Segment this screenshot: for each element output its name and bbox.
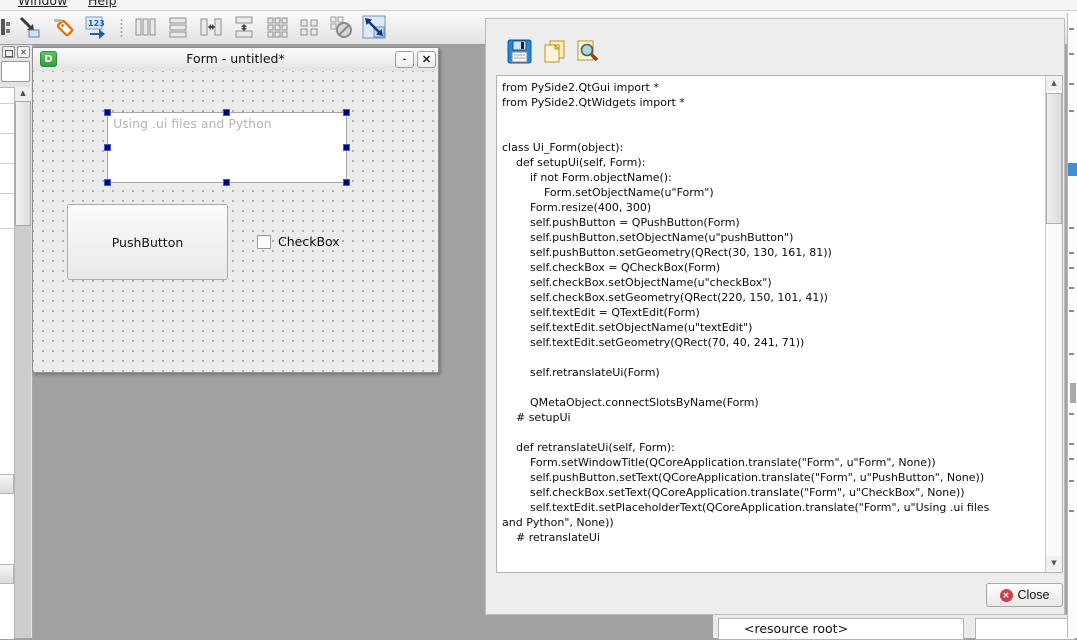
- edit-buddies-icon[interactable]: [52, 15, 76, 39]
- save-icon[interactable]: [506, 38, 533, 65]
- scroll-down-icon[interactable]: ▼: [1046, 556, 1062, 571]
- find-icon[interactable]: [574, 38, 601, 65]
- edit-widgets-icon[interactable]: [0, 15, 11, 39]
- checkbox-indicator[interactable]: [257, 235, 271, 249]
- edit-signals-slots-icon[interactable]: [18, 15, 42, 39]
- selection-handle[interactable]: [223, 109, 230, 116]
- form-window-title: Form - untitled*: [33, 51, 438, 66]
- panel-close-icon[interactable]: ✕: [17, 46, 30, 58]
- toolbar-separator: [120, 18, 123, 37]
- selection-handle[interactable]: [104, 109, 111, 116]
- edit-tab-order-icon[interactable]: 123: [84, 15, 108, 39]
- qt-designer-screen: { "menubar": { "items": [ {"label": "Win…: [0, 0, 1077, 638]
- textedit-placeholder: Using .ui files and Python: [108, 113, 346, 134]
- textedit-widget[interactable]: Using .ui files and Python: [107, 112, 347, 183]
- break-layout-icon[interactable]: [329, 15, 353, 39]
- widget-category-header[interactable]: [0, 564, 14, 584]
- layout-split-vertical-icon[interactable]: [232, 15, 256, 39]
- layout-vertical-icon[interactable]: [166, 15, 190, 39]
- code-preview-dialog: from PySide2.QtGui import * from PySide2…: [485, 18, 1065, 615]
- resource-detail-pane[interactable]: [975, 618, 1075, 640]
- resource-tree[interactable]: <resource root>: [718, 618, 964, 640]
- generated-code[interactable]: from PySide2.QtGui import * from PySide2…: [497, 76, 1045, 572]
- right-panel-edge: [1067, 13, 1077, 638]
- form-titlebar[interactable]: D Form - untitled* - ✕: [33, 48, 438, 72]
- form-editor-window: D Form - untitled* - ✕ Using .ui files a…: [32, 47, 439, 373]
- resource-root-item[interactable]: <resource root>: [719, 619, 963, 636]
- layout-horizontal-icon[interactable]: [133, 15, 157, 39]
- scrollbar-thumb[interactable]: [1046, 93, 1062, 224]
- scrollbar-thumb[interactable]: [15, 101, 31, 226]
- panel-float-icon[interactable]: [2, 46, 15, 58]
- adjust-size-icon[interactable]: [362, 15, 386, 39]
- copy-icon[interactable]: [541, 38, 568, 65]
- layout-grid-icon[interactable]: [265, 15, 289, 39]
- code-view[interactable]: from PySide2.QtGui import * from PySide2…: [496, 75, 1063, 573]
- form-canvas[interactable]: Using .ui files and Python PushButton Ch…: [33, 71, 438, 372]
- menu-item-window[interactable]: Window: [18, 0, 67, 8]
- widget-box-panel: ✕ ▲: [0, 44, 33, 638]
- layout-split-horizontal-icon[interactable]: [199, 15, 223, 39]
- minimize-button[interactable]: -: [395, 51, 414, 68]
- svg-text:123: 123: [88, 19, 105, 28]
- dialog-close-button[interactable]: ✕ Close: [986, 583, 1063, 607]
- scroll-up-icon[interactable]: ▲: [1046, 76, 1062, 91]
- selected-row-marker: [1068, 163, 1077, 176]
- selection-handle[interactable]: [343, 144, 350, 151]
- menubar: Window Help: [0, 0, 1077, 11]
- menu-item-help[interactable]: Help: [88, 0, 117, 8]
- checkbox-label[interactable]: CheckBox: [278, 234, 340, 249]
- selection-handle[interactable]: [343, 179, 350, 186]
- code-scrollbar[interactable]: ▲ ▼: [1045, 76, 1062, 572]
- close-circle-icon: ✕: [1000, 589, 1013, 602]
- selection-handle[interactable]: [223, 179, 230, 186]
- widget-category-header[interactable]: [0, 474, 14, 494]
- close-button-label: Close: [1018, 588, 1050, 602]
- close-button[interactable]: ✕: [417, 51, 436, 68]
- selection-handle[interactable]: [343, 109, 350, 116]
- widget-filter-input[interactable]: [1, 61, 30, 82]
- selection-handle[interactable]: [104, 179, 111, 186]
- pushbutton-widget[interactable]: PushButton: [67, 204, 228, 280]
- widget-box-list: [0, 87, 14, 639]
- selection-handle[interactable]: [104, 144, 111, 151]
- scroll-up-icon[interactable]: ▲: [15, 87, 31, 102]
- layout-form-icon[interactable]: [297, 15, 321, 39]
- scrollbar-thumb[interactable]: [1070, 383, 1076, 403]
- widget-box-scrollbar[interactable]: ▲: [14, 87, 31, 638]
- resource-browser-panel: <resource root>: [713, 615, 1077, 638]
